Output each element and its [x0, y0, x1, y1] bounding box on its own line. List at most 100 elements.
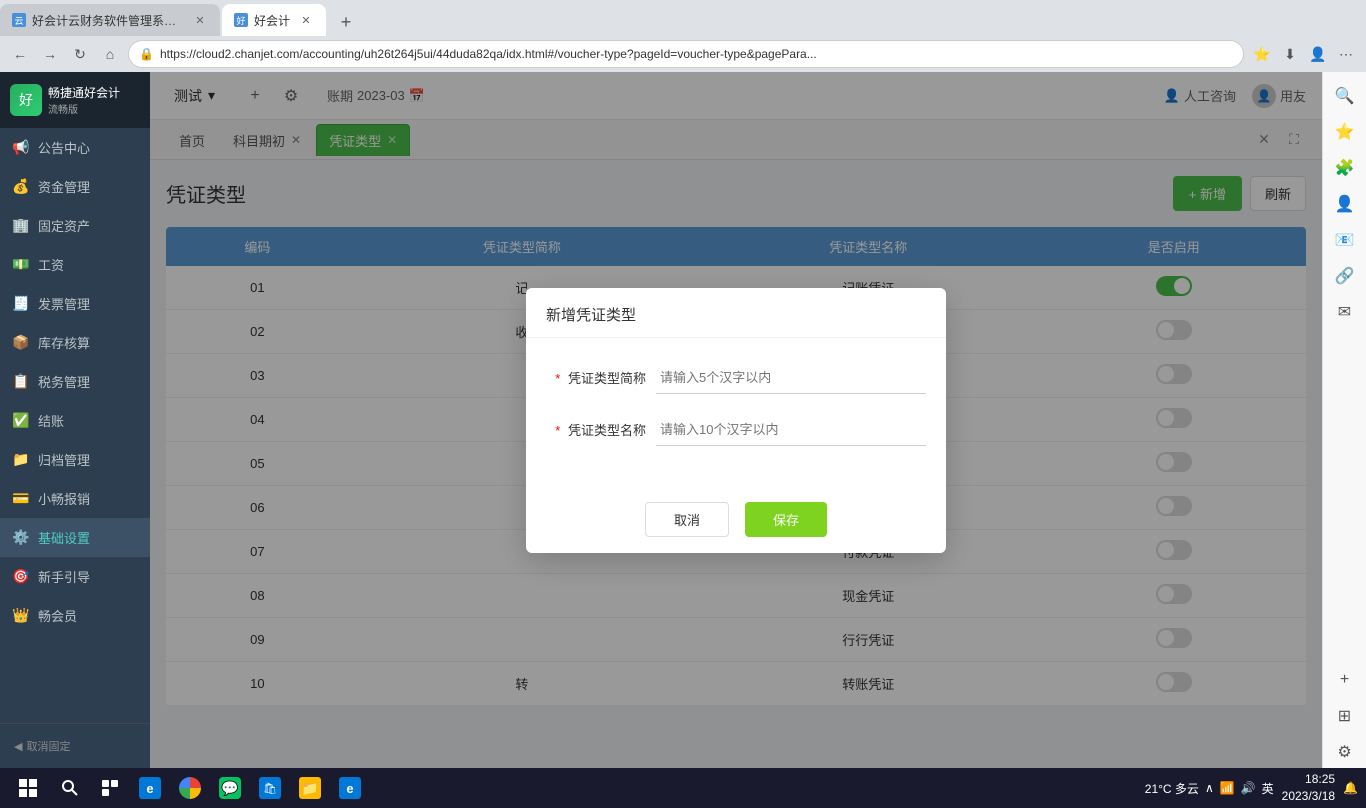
form-required-icon: * [555, 371, 560, 386]
sidebar-item-settings[interactable]: ⚙️ 基础设置 [0, 518, 150, 557]
taskbar-wechat-btn[interactable]: 💬 [212, 770, 248, 806]
nav-refresh-button[interactable]: ↻ [68, 42, 92, 66]
taskbar-clock[interactable]: 18:25 2023/3/18 [1282, 771, 1335, 805]
dialog-title: 新增凭证类型 [546, 307, 636, 324]
form-name-input[interactable] [656, 414, 926, 446]
browser-tab-2[interactable]: 好 好会计 ✕ [222, 4, 326, 36]
sidebar-item-settings-label: 基础设置 [38, 528, 90, 547]
taskbar-task-view-btn[interactable] [92, 770, 128, 806]
announcements-icon: 📢 [12, 139, 30, 157]
sidebar-item-funds[interactable]: 💰 资金管理 [0, 167, 150, 206]
browser-tab-2-title: 好会计 [254, 12, 290, 29]
sidebar-item-guide-label: 新手引导 [38, 567, 90, 586]
expense-icon: 💳 [12, 490, 30, 508]
dialog-footer: 取消 保存 [526, 490, 946, 553]
dialog-save-button[interactable]: 保存 [745, 502, 827, 537]
sidebar-logo-badge: 流畅版 [48, 101, 120, 116]
sidebar-item-expense-label: 小畅报销 [38, 489, 90, 508]
form-name-label: * 凭证类型名称 [546, 420, 646, 439]
url-bar[interactable]: 🔒 https://cloud2.chanjet.com/accounting/… [128, 40, 1244, 68]
wifi-icon: 📶 [1220, 781, 1235, 795]
taskbar-search-btn[interactable] [52, 770, 88, 806]
sidebar-item-payroll-label: 工资 [38, 255, 64, 274]
taskbar-windows-store-btn[interactable]: 🛍 [252, 770, 288, 806]
browser-tab-2-close[interactable]: ✕ [298, 12, 314, 28]
tab-favicon-1: 云 [12, 13, 26, 27]
invoice-icon: 🧾 [12, 295, 30, 313]
cancel-pin-button[interactable]: ◀ 取消固定 [8, 732, 142, 760]
form-name-label-text: 凭证类型名称 [568, 423, 646, 438]
cancel-pin-label: 取消固定 [26, 738, 70, 754]
nav-forward-button[interactable]: → [38, 42, 62, 66]
sidebar-item-tax[interactable]: 📋 税务管理 [0, 362, 150, 401]
taskbar-files-btn[interactable]: 📁 [292, 770, 328, 806]
browser-tab-1-close[interactable]: ✕ [192, 12, 208, 28]
browser-extensions-btn[interactable]: ⭐ [1250, 42, 1274, 66]
sidebar-item-invoice-label: 发票管理 [38, 294, 90, 313]
dialog-cancel-button[interactable]: 取消 [645, 502, 729, 537]
sidebar-item-tax-label: 税务管理 [38, 372, 90, 391]
taskbar-start-button[interactable] [8, 772, 48, 804]
funds-icon: 💰 [12, 178, 30, 196]
browser-account-btn[interactable]: 👤 [1306, 42, 1330, 66]
right-panel-search[interactable]: 🔍 [1329, 80, 1361, 112]
tray-up-arrow[interactable]: ∧ [1205, 781, 1214, 795]
url-lock-icon: 🔒 [139, 47, 154, 61]
nav-back-button[interactable]: ← [8, 42, 32, 66]
sidebar-item-payroll[interactable]: 💵 工资 [0, 245, 150, 284]
taskbar-browser-btn[interactable]: e [132, 770, 168, 806]
sidebar-item-checkout[interactable]: ✅ 结账 [0, 401, 150, 440]
sidebar-item-inventory[interactable]: 📦 库存核算 [0, 323, 150, 362]
settings-icon: ⚙️ [12, 529, 30, 547]
dialog-overlay: 新增凭证类型 * 凭证类型简称 * 凭证类型名称 取消 保存 [150, 72, 1322, 768]
inventory-icon: 📦 [12, 334, 30, 352]
browser-chrome: 云 好会计云财务软件管理系统_会计 ✕ 好 好会计 ✕ + ← → ↻ ⌂ 🔒 … [0, 0, 1366, 72]
sidebar-item-archive[interactable]: 📁 归档管理 [0, 440, 150, 479]
notification-bell[interactable]: 🔔 [1343, 781, 1358, 795]
member-icon: 👑 [12, 607, 30, 625]
sidebar-item-announcements-label: 公告中心 [38, 138, 90, 157]
form-item-name: * 凭证类型名称 [546, 414, 926, 446]
new-voucher-dialog: 新增凭证类型 * 凭证类型简称 * 凭证类型名称 取消 保存 [526, 288, 946, 553]
right-panel-download[interactable]: + [1329, 664, 1361, 696]
nav-home-button[interactable]: ⌂ [98, 42, 122, 66]
browser-menu-btn[interactable]: ⋯ [1334, 42, 1358, 66]
sidebar-item-expense[interactable]: 💳 小畅报销 [0, 479, 150, 518]
sidebar-item-invoice[interactable]: 🧾 发票管理 [0, 284, 150, 323]
fixed-assets-icon: 🏢 [12, 217, 30, 235]
browser-tab-1-title: 好会计云财务软件管理系统_会计 [32, 12, 184, 29]
right-panel-grid[interactable]: ⊞ [1329, 700, 1361, 732]
right-panel-gear[interactable]: ⚙ [1329, 736, 1361, 768]
guide-icon: 🎯 [12, 568, 30, 586]
sidebar-item-inventory-label: 库存核算 [38, 333, 90, 352]
taskbar-chrome-btn[interactable] [172, 770, 208, 806]
right-panel-user[interactable]: 👤 [1329, 188, 1361, 220]
taskbar-edge-btn[interactable]: e [332, 770, 368, 806]
taskbar-right: 21°C 多云 ∧ 📶 🔊 英 18:25 2023/3/18 🔔 [1145, 771, 1358, 805]
language-indicator[interactable]: 英 [1262, 780, 1274, 797]
volume-icon: 🔊 [1241, 781, 1256, 795]
right-panel-feather[interactable]: ✉ [1329, 296, 1361, 328]
sidebar-item-funds-label: 资金管理 [38, 177, 90, 196]
form-abbr-label: * 凭证类型简称 [546, 368, 646, 387]
sidebar-item-guide[interactable]: 🎯 新手引导 [0, 557, 150, 596]
right-panel-outlook[interactable]: 📧 [1329, 224, 1361, 256]
sidebar-logo[interactable]: 好 畅捷通好会计 流畅版 [0, 72, 150, 128]
browser-download-btn[interactable]: ⬇ [1278, 42, 1302, 66]
form-abbr-input[interactable] [656, 362, 926, 394]
new-tab-button[interactable]: + [332, 8, 360, 36]
sidebar-item-member[interactable]: 👑 畅会员 [0, 596, 150, 635]
sidebar: 好 畅捷通好会计 流畅版 📢 公告中心 💰 资金管理 🏢 固定资产 💵 工资 [0, 72, 150, 768]
browser-tab-1[interactable]: 云 好会计云财务软件管理系统_会计 ✕ [0, 4, 220, 36]
checkout-icon: ✅ [12, 412, 30, 430]
browser-actions: ⭐ ⬇ 👤 ⋯ [1250, 42, 1358, 66]
sidebar-item-fixed-assets[interactable]: 🏢 固定资产 [0, 206, 150, 245]
weather-text: 21°C 多云 [1145, 782, 1199, 796]
right-panel-star[interactable]: ⭐ [1329, 116, 1361, 148]
right-panel-link[interactable]: 🔗 [1329, 260, 1361, 292]
sidebar-item-archive-label: 归档管理 [38, 450, 90, 469]
sidebar-item-announcements[interactable]: 📢 公告中心 [0, 128, 150, 167]
right-panel-puzzle[interactable]: 🧩 [1329, 152, 1361, 184]
sidebar-logo-text: 畅捷通好会计 流畅版 [48, 84, 120, 116]
form-name-required-icon: * [555, 423, 560, 438]
